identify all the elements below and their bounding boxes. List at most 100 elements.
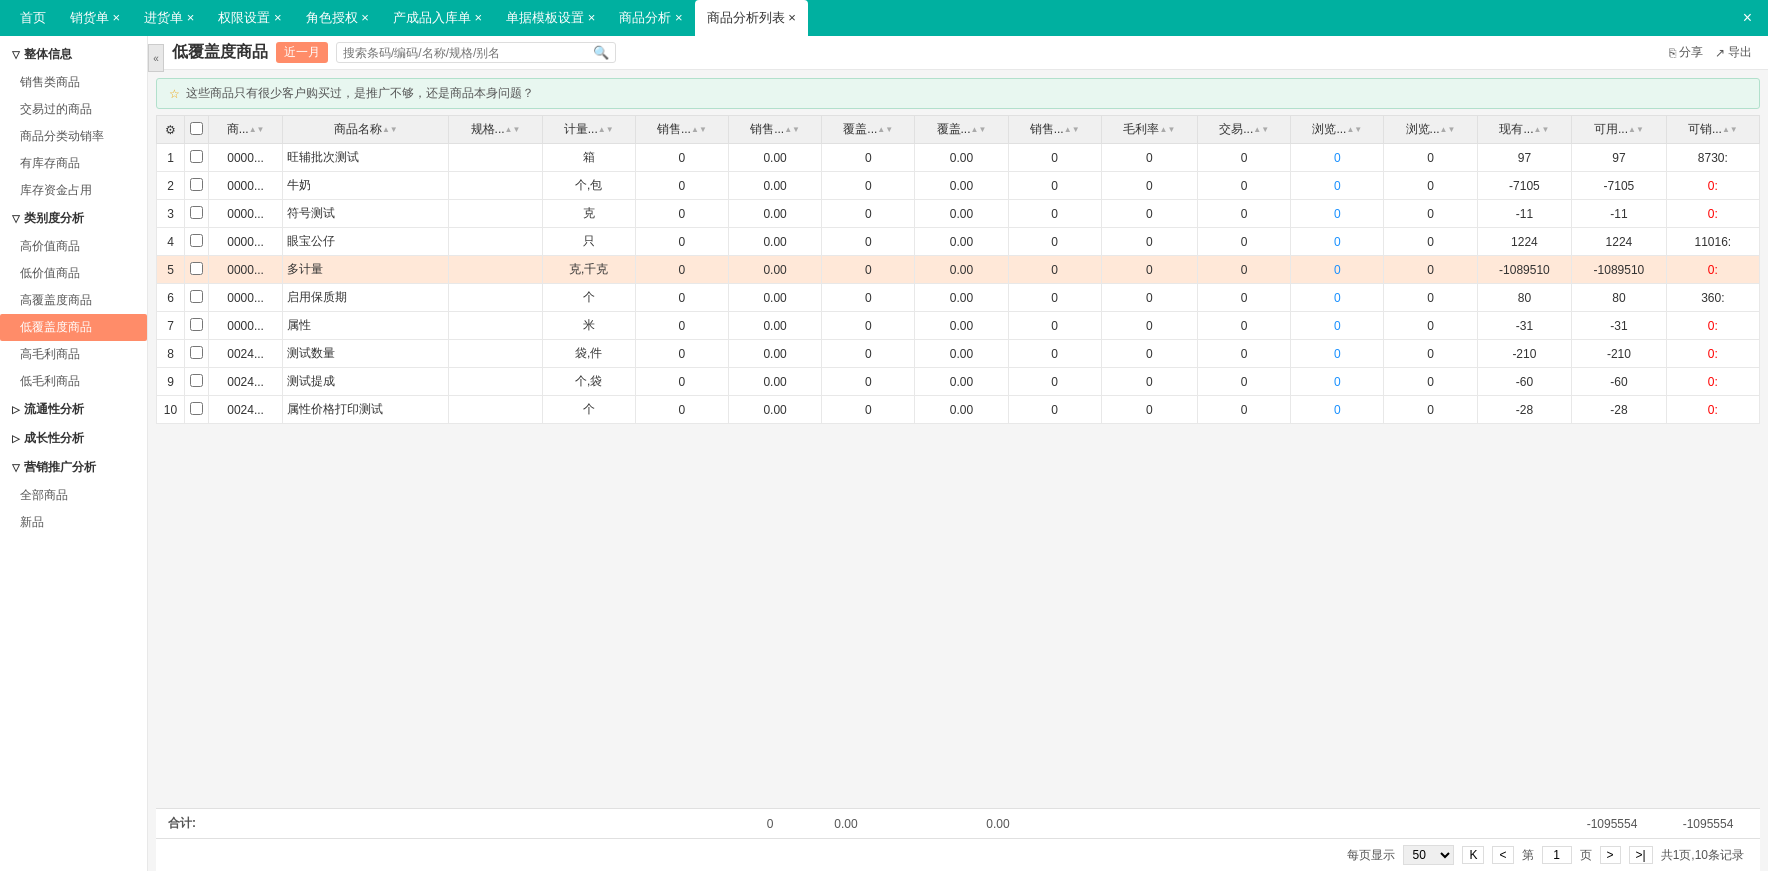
sidebar-item-new-goods[interactable]: 新品: [0, 509, 147, 536]
row-checkbox-input[interactable]: [190, 206, 203, 219]
row-checkbox[interactable]: [185, 368, 209, 396]
nav-role[interactable]: 角色授权 ×: [294, 0, 381, 36]
sidebar-item-high-profit[interactable]: 高毛利商品: [0, 341, 147, 368]
first-page-button[interactable]: K: [1462, 846, 1484, 864]
row-checkbox[interactable]: [185, 228, 209, 256]
nav-sales[interactable]: 销货单 ×: [58, 0, 132, 36]
sidebar-item-in-stock[interactable]: 有库存商品: [0, 150, 147, 177]
nav-purchase[interactable]: 进货单 ×: [132, 0, 206, 36]
sidebar-group-overall[interactable]: ▽ 整体信息: [0, 40, 147, 69]
table-container[interactable]: ⚙ 商...▲▼ 商品名称▲▼ 规格...▲▼ 计量...▲▼ 销售...▲▼ …: [156, 115, 1760, 808]
col-browse1[interactable]: 浏览...▲▼: [1291, 116, 1384, 144]
row-checkbox-input[interactable]: [190, 262, 203, 275]
row-coverage1: 0: [822, 368, 915, 396]
sort-icon-cov2: ▲▼: [971, 126, 987, 134]
row-code: 0024...: [209, 340, 283, 368]
current-page-input[interactable]: [1542, 846, 1572, 864]
sidebar-item-stock-capital[interactable]: 库存资金占用: [0, 177, 147, 204]
nav-product-analysis[interactable]: 商品分析 ×: [607, 0, 694, 36]
row-browse1[interactable]: 0: [1291, 200, 1384, 228]
row-checkbox[interactable]: [185, 256, 209, 284]
col-unit[interactable]: 计量...▲▼: [542, 116, 635, 144]
row-browse1[interactable]: 0: [1291, 144, 1384, 172]
col-coverage1[interactable]: 覆盖...▲▼: [822, 116, 915, 144]
nav-home[interactable]: 首页: [8, 0, 58, 36]
col-gross-margin[interactable]: 毛利率▲▼: [1101, 116, 1197, 144]
sidebar-item-all-goods[interactable]: 全部商品: [0, 482, 147, 509]
row-checkbox-input[interactable]: [190, 234, 203, 247]
row-checkbox[interactable]: [185, 144, 209, 172]
col-sales-amt[interactable]: 销售...▲▼: [728, 116, 821, 144]
row-coverage1: 0: [822, 172, 915, 200]
col-current-stock[interactable]: 现有...▲▼: [1477, 116, 1572, 144]
row-checkbox[interactable]: [185, 172, 209, 200]
sidebar-item-low-coverage[interactable]: 低覆盖度商品: [0, 314, 147, 341]
sidebar-item-high-value[interactable]: 高价值商品: [0, 233, 147, 260]
sidebar-group-category[interactable]: ▽ 类别度分析: [0, 204, 147, 233]
col-sales-qty[interactable]: 销售...▲▼: [635, 116, 728, 144]
sidebar-item-low-value[interactable]: 低价值商品: [0, 260, 147, 287]
row-current-stock: -31: [1477, 312, 1572, 340]
sidebar-group-marketing[interactable]: ▽ 营销推广分析: [0, 453, 147, 482]
share-button[interactable]: ⎘ 分享: [1669, 44, 1703, 61]
nav-product-entry[interactable]: 产成品入库单 ×: [381, 0, 494, 36]
col-code[interactable]: 商...▲▼: [209, 116, 283, 144]
row-checkbox[interactable]: [185, 312, 209, 340]
row-checkbox-input[interactable]: [190, 346, 203, 359]
row-browse1[interactable]: 0: [1291, 284, 1384, 312]
select-all-checkbox[interactable]: [190, 122, 203, 135]
last-page-button[interactable]: >|: [1629, 846, 1653, 864]
row-browse1[interactable]: 0: [1291, 228, 1384, 256]
sidebar-item-category-rate[interactable]: 商品分类动销率: [0, 123, 147, 150]
close-all-tabs-button[interactable]: ×: [1735, 9, 1760, 27]
nav-product-analysis-list[interactable]: 商品分析列表 ×: [695, 0, 808, 36]
nav-permission[interactable]: 权限设置 ×: [206, 0, 293, 36]
sidebar-item-low-profit[interactable]: 低毛利商品: [0, 368, 147, 395]
row-browse1[interactable]: 0: [1291, 312, 1384, 340]
row-unit: 个: [542, 284, 635, 312]
row-browse1[interactable]: 0: [1291, 340, 1384, 368]
sidebar-group-circulation[interactable]: ▷ 流通性分析: [0, 395, 147, 424]
col-browse2[interactable]: 浏览...▲▼: [1384, 116, 1477, 144]
col-checkbox[interactable]: [185, 116, 209, 144]
row-checkbox-input[interactable]: [190, 290, 203, 303]
row-browse1[interactable]: 0: [1291, 368, 1384, 396]
row-checkbox[interactable]: [185, 396, 209, 424]
next-page-button[interactable]: >: [1600, 846, 1621, 864]
export-button[interactable]: ↗ 导出: [1715, 44, 1752, 61]
col-available[interactable]: 可用...▲▼: [1572, 116, 1667, 144]
row-spec: [449, 172, 542, 200]
collapse-sidebar-button[interactable]: «: [148, 44, 164, 72]
col-settings[interactable]: ⚙: [157, 116, 185, 144]
prev-page-button[interactable]: <: [1492, 846, 1513, 864]
period-button[interactable]: 近一月: [276, 42, 328, 63]
row-checkbox-input[interactable]: [190, 374, 203, 387]
row-unit: 袋,件: [542, 340, 635, 368]
row-browse1[interactable]: 0: [1291, 396, 1384, 424]
row-browse1[interactable]: 0: [1291, 256, 1384, 284]
sidebar-item-high-coverage[interactable]: 高覆盖度商品: [0, 287, 147, 314]
row-checkbox[interactable]: [185, 340, 209, 368]
row-coverage2: 0.00: [915, 144, 1008, 172]
row-code: 0000...: [209, 172, 283, 200]
col-name[interactable]: 商品名称▲▼: [283, 116, 449, 144]
per-page-select[interactable]: 50 20 100 200: [1403, 845, 1454, 865]
col-transaction[interactable]: 交易...▲▼: [1198, 116, 1291, 144]
col-sales-pct[interactable]: 销售...▲▼: [1008, 116, 1101, 144]
row-checkbox-input[interactable]: [190, 150, 203, 163]
search-input[interactable]: [343, 46, 593, 60]
row-browse1[interactable]: 0: [1291, 172, 1384, 200]
sidebar-item-sales-goods[interactable]: 销售类商品: [0, 69, 147, 96]
row-checkbox-input[interactable]: [190, 318, 203, 331]
row-checkbox[interactable]: [185, 200, 209, 228]
nav-template[interactable]: 单据模板设置 ×: [494, 0, 607, 36]
row-checkbox-input[interactable]: [190, 178, 203, 191]
row-sales-qty: 0: [635, 340, 728, 368]
col-spec[interactable]: 规格...▲▼: [449, 116, 542, 144]
row-checkbox-input[interactable]: [190, 402, 203, 415]
sidebar-group-growth[interactable]: ▷ 成长性分析: [0, 424, 147, 453]
row-checkbox[interactable]: [185, 284, 209, 312]
sidebar-item-traded-goods[interactable]: 交易过的商品: [0, 96, 147, 123]
col-sellable[interactable]: 可销...▲▼: [1666, 116, 1759, 144]
col-coverage2[interactable]: 覆盖...▲▼: [915, 116, 1008, 144]
